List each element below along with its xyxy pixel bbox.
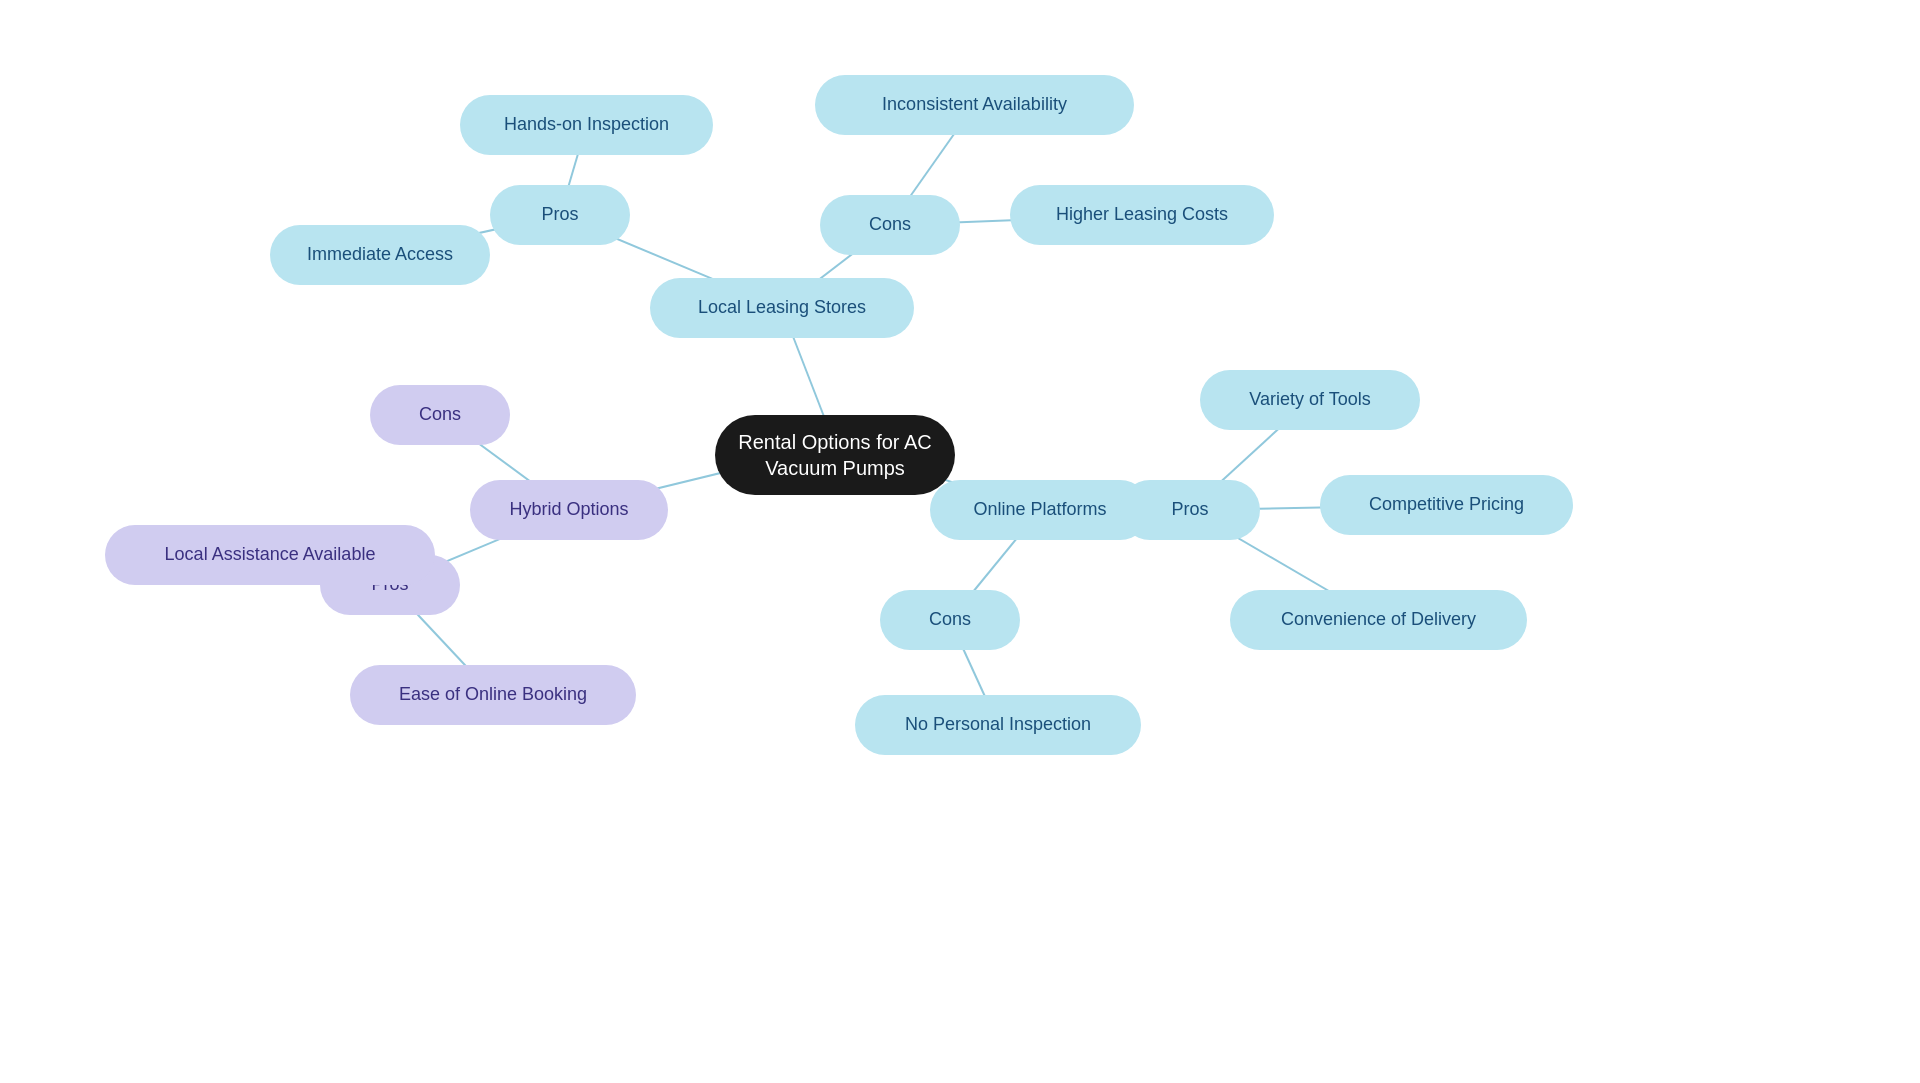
node-easeOfOnlineBooking: Ease of Online Booking	[350, 665, 636, 725]
node-onlinePlatforms: Online Platforms	[930, 480, 1150, 540]
node-hybridCons: Cons	[370, 385, 510, 445]
node-immediateAccess: Immediate Access	[270, 225, 490, 285]
node-label-handsOnInspection: Hands-on Inspection	[504, 113, 669, 136]
node-noPersonalInspection: No Personal Inspection	[855, 695, 1141, 755]
node-label-onlinePlatforms: Online Platforms	[973, 498, 1106, 521]
node-label-varietyOfTools: Variety of Tools	[1249, 388, 1370, 411]
node-label-localPros: Pros	[541, 203, 578, 226]
node-center: Rental Options for AC Vacuum Pumps	[715, 415, 955, 495]
node-varietyOfTools: Variety of Tools	[1200, 370, 1420, 430]
node-label-hybridOptions: Hybrid Options	[509, 498, 628, 521]
node-onlineCons: Cons	[880, 590, 1020, 650]
node-localAssistance: Local Assistance Available	[105, 525, 435, 585]
node-label-localCons: Cons	[869, 213, 911, 236]
node-label-onlinePros: Pros	[1171, 498, 1208, 521]
node-label-localLeasingStores: Local Leasing Stores	[698, 296, 866, 319]
node-label-localAssistance: Local Assistance Available	[165, 543, 376, 566]
node-label-higherLeasingCosts: Higher Leasing Costs	[1056, 203, 1228, 226]
node-label-hybridCons: Cons	[419, 403, 461, 426]
node-label-inconsistentAvailability: Inconsistent Availability	[882, 93, 1067, 116]
node-competitivePricing: Competitive Pricing	[1320, 475, 1573, 535]
node-label-onlineCons: Cons	[929, 608, 971, 631]
node-label-center: Rental Options for AC Vacuum Pumps	[737, 429, 933, 481]
node-localLeasingStores: Local Leasing Stores	[650, 278, 914, 338]
node-label-easeOfOnlineBooking: Ease of Online Booking	[399, 683, 587, 706]
node-inconsistentAvailability: Inconsistent Availability	[815, 75, 1134, 135]
node-higherLeasingCosts: Higher Leasing Costs	[1010, 185, 1274, 245]
node-label-convenienceOfDelivery: Convenience of Delivery	[1281, 608, 1476, 631]
node-handsOnInspection: Hands-on Inspection	[460, 95, 713, 155]
node-convenienceOfDelivery: Convenience of Delivery	[1230, 590, 1527, 650]
node-hybridOptions: Hybrid Options	[470, 480, 668, 540]
node-label-noPersonalInspection: No Personal Inspection	[905, 713, 1091, 736]
node-label-competitivePricing: Competitive Pricing	[1369, 493, 1524, 516]
node-onlinePros: Pros	[1120, 480, 1260, 540]
node-label-immediateAccess: Immediate Access	[307, 243, 453, 266]
node-localPros: Pros	[490, 185, 630, 245]
node-localCons: Cons	[820, 195, 960, 255]
